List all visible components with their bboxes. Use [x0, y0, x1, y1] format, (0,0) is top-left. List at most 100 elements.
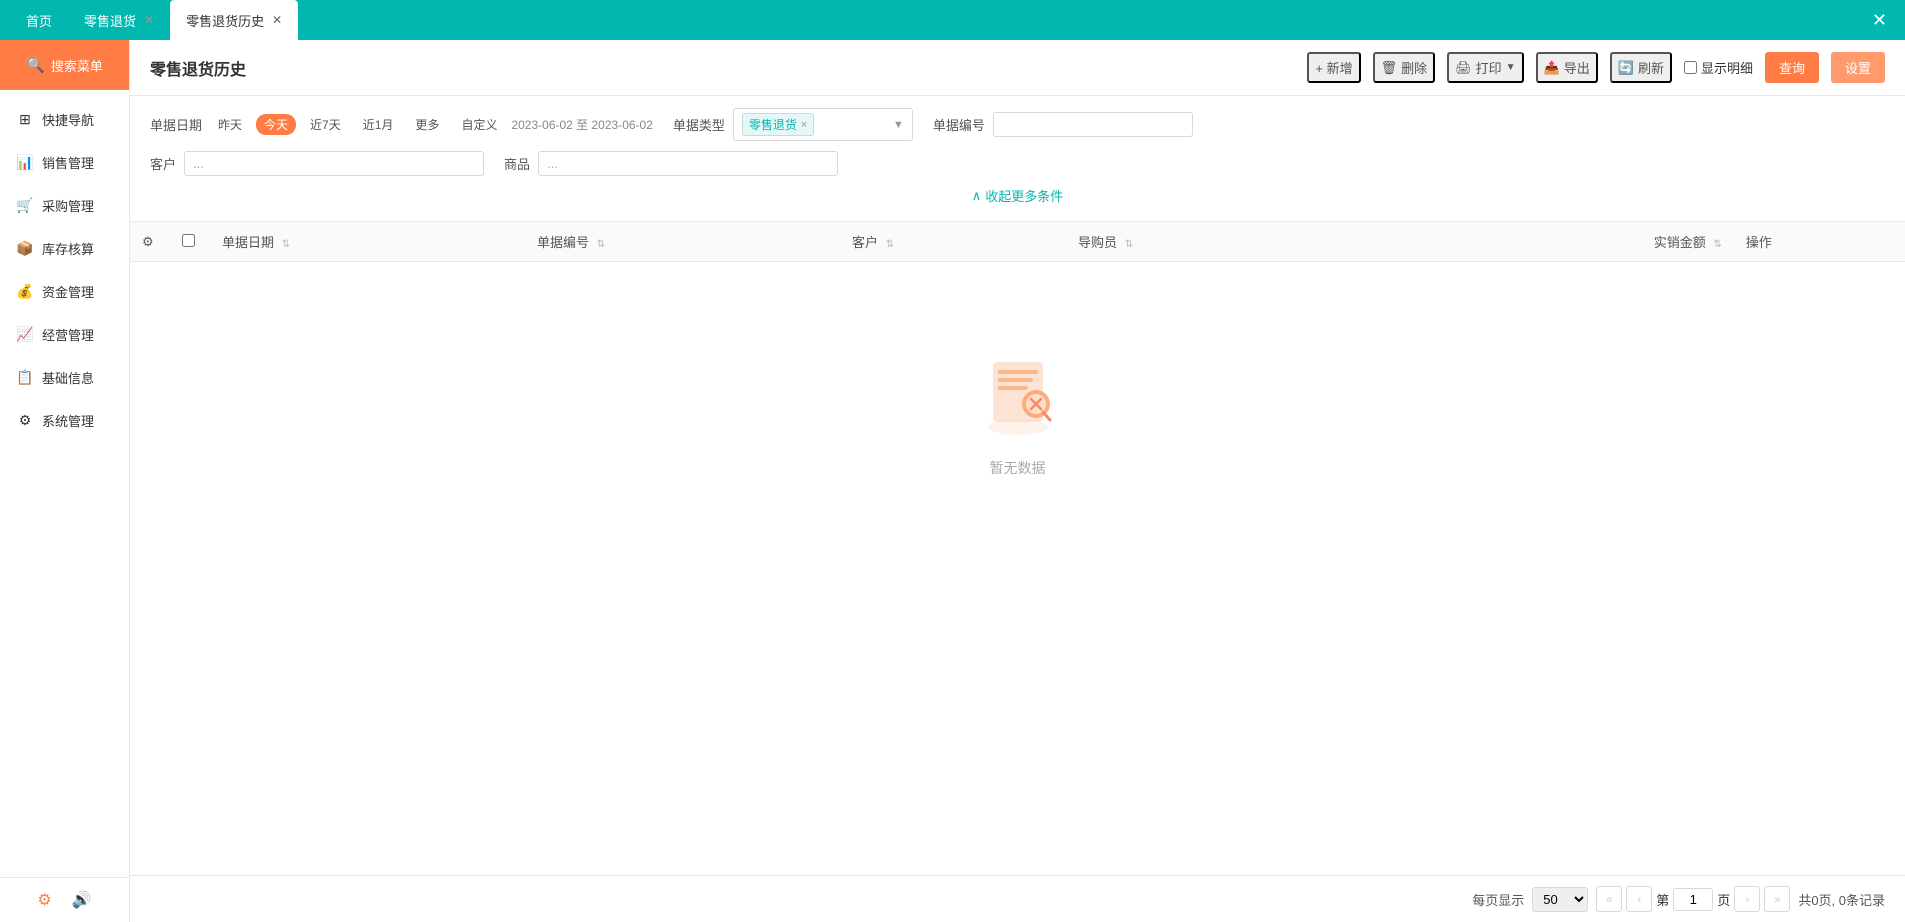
goods-placeholder: ... — [547, 156, 558, 171]
col-customer[interactable]: 客户 ⇅ — [840, 222, 1066, 262]
tab-return-history[interactable]: 零售退货历史 ✕ — [170, 0, 298, 40]
sidebar-item-sales-label: 销售管理 — [42, 153, 94, 172]
tab-home[interactable]: 首页 — [10, 0, 68, 40]
doc-number-filter-field: 单据编号 — [933, 112, 1193, 137]
refresh-button[interactable]: 🔄 刷新 — [1610, 52, 1672, 83]
doc-number-input[interactable] — [993, 112, 1193, 137]
table-settings-col[interactable]: ⚙ — [130, 222, 170, 262]
page-number-input[interactable] — [1673, 888, 1713, 911]
table-select-all[interactable] — [182, 234, 195, 247]
tab-return-label: 零售退货 — [84, 11, 136, 30]
pagination: 每页显示 50 10 20 100 « ‹ 第 页 › » 共0页, 0条记录 — [130, 875, 1905, 922]
goods-input[interactable]: ... — [538, 151, 838, 176]
col-guide[interactable]: 导购员 ⇅ — [1066, 222, 1337, 262]
export-button[interactable]: 📤 导出 — [1536, 52, 1598, 83]
doc-type-filter-label: 单据类型 — [673, 115, 725, 134]
sidebar-search-label: 搜索菜单 — [51, 56, 103, 75]
date-filter-options: 昨天 今天 近7天 近1月 更多 自定义 2023-06-02 至 2023-0… — [210, 114, 653, 135]
col-amount[interactable]: 实销金额 ⇅ — [1419, 222, 1734, 262]
sidebar-item-quick-nav[interactable]: ⊞ 快捷导航 — [0, 98, 129, 141]
settings-button[interactable]: 设置 — [1831, 52, 1885, 83]
print-button[interactable]: 🖨 打印 ▼ — [1447, 52, 1523, 83]
sidebar-item-finance[interactable]: 💰 资金管理 — [0, 270, 129, 313]
prev-page-button[interactable]: ‹ — [1626, 886, 1652, 912]
table-checkbox-col[interactable] — [170, 222, 210, 262]
date-btn-last7[interactable]: 近7天 — [302, 114, 349, 135]
display-toggle-checkbox[interactable] — [1684, 61, 1697, 74]
content-area: 零售退货历史 + 新增 🗑 删除 🖨 打印 ▼ 📤 导出 — [130, 40, 1905, 922]
col-guide-sort[interactable]: ⇅ — [1125, 239, 1133, 250]
print-button-label: 打印 — [1476, 58, 1502, 77]
sidebar-item-inventory[interactable]: 📦 库存核算 — [0, 227, 129, 270]
purchase-icon: 🛒 — [16, 197, 34, 215]
sidebar-item-sales[interactable]: 📊 销售管理 — [0, 141, 129, 184]
sidebar-item-basic[interactable]: 📋 基础信息 — [0, 356, 129, 399]
add-button-label: + 新增 — [1315, 58, 1352, 77]
col-number-sort[interactable]: ⇅ — [597, 239, 605, 250]
search-button[interactable]: 查询 — [1765, 52, 1819, 83]
sidebar-item-basic-label: 基础信息 — [42, 368, 94, 387]
col-customer-sort[interactable]: ⇅ — [886, 239, 894, 250]
refresh-button-label: 刷新 — [1638, 58, 1664, 77]
sidebar-item-finance-label: 资金管理 — [42, 282, 94, 301]
page-title: 零售退货历史 — [150, 56, 246, 80]
doc-type-tag-label: 零售退货 — [749, 116, 797, 133]
window-close-button[interactable]: ✕ — [1864, 10, 1895, 31]
date-range-text: 2023-06-02 至 2023-06-02 — [511, 116, 652, 133]
col-date[interactable]: 单据日期 ⇅ — [210, 222, 525, 262]
delete-button[interactable]: 🗑 删除 — [1373, 52, 1436, 83]
operations-icon: 📈 — [16, 326, 34, 344]
collapse-label: 收起更多条件 — [985, 186, 1063, 205]
next-page-button[interactable]: › — [1734, 886, 1760, 912]
date-btn-more[interactable]: 更多 — [407, 114, 447, 135]
date-filter-field: 单据日期 昨天 今天 近7天 近1月 更多 自定义 2023-06-02 至 2… — [150, 114, 653, 135]
export-icon: 📤 — [1544, 60, 1560, 76]
date-btn-today[interactable]: 今天 — [256, 114, 296, 135]
quick-nav-icon: ⊞ — [16, 111, 34, 129]
filter-row-2: 客户 ... 商品 ... — [150, 151, 1885, 176]
col-guide-label: 导购员 — [1078, 235, 1117, 250]
sidebar-item-quick-nav-label: 快捷导航 — [42, 110, 94, 129]
goods-filter-field: 商品 ... — [504, 151, 838, 176]
filter-area: 单据日期 昨天 今天 近7天 近1月 更多 自定义 2023-06-02 至 2… — [130, 96, 1905, 222]
customer-input[interactable]: ... — [184, 151, 484, 176]
sidebar-item-operations[interactable]: 📈 经营管理 — [0, 313, 129, 356]
first-page-button[interactable]: « — [1596, 886, 1622, 912]
tab-return[interactable]: 零售退货 ✕ — [68, 0, 170, 40]
table-settings-icon[interactable]: ⚙ — [142, 234, 154, 249]
sidebar-item-purchase[interactable]: 🛒 采购管理 — [0, 184, 129, 227]
system-icon: ⚙ — [16, 412, 34, 430]
doc-type-tag-close[interactable]: × — [801, 119, 807, 131]
doc-number-filter-label: 单据编号 — [933, 115, 985, 134]
display-toggle[interactable]: 显示明细 — [1684, 58, 1753, 77]
sidebar-settings-icon[interactable]: ⚙ — [37, 890, 51, 910]
date-btn-yesterday[interactable]: 昨天 — [210, 114, 250, 135]
collapse-button[interactable]: ∧ 收起更多条件 — [972, 186, 1064, 205]
page-total: 共0页, 0条记录 — [1798, 890, 1885, 909]
date-btn-last-month[interactable]: 近1月 — [355, 114, 402, 135]
tab-home-label: 首页 — [26, 11, 52, 30]
sidebar-sound-icon[interactable]: 🔊 — [72, 890, 92, 910]
sidebar-search[interactable]: 🔍 搜索菜单 — [0, 40, 129, 90]
last-page-button[interactable]: » — [1764, 886, 1790, 912]
filter-row-1: 单据日期 昨天 今天 近7天 近1月 更多 自定义 2023-06-02 至 2… — [150, 108, 1885, 141]
add-button[interactable]: + 新增 — [1307, 52, 1360, 83]
tab-return-close[interactable]: ✕ — [144, 13, 154, 27]
col-number-label: 单据编号 — [537, 235, 589, 250]
col-date-sort[interactable]: ⇅ — [282, 239, 290, 250]
doc-type-select[interactable]: 零售退货 × ▼ — [733, 108, 913, 141]
sidebar-item-system-label: 系统管理 — [42, 411, 94, 430]
col-amount-sort[interactable]: ⇅ — [1713, 239, 1721, 250]
data-table: ⚙ 单据日期 ⇅ 单据编号 ⇅ — [130, 222, 1905, 262]
tab-return-history-close[interactable]: ✕ — [272, 13, 282, 27]
col-number[interactable]: 单据编号 ⇅ — [525, 222, 840, 262]
print-icon: 🖨 — [1455, 60, 1472, 76]
sidebar-item-system[interactable]: ⚙ 系统管理 — [0, 399, 129, 442]
empty-state: 暂无数据 — [130, 262, 1905, 558]
print-dropdown-icon: ▼ — [1506, 62, 1516, 73]
main-layout: 🔍 搜索菜单 ⊞ 快捷导航 📊 销售管理 🛒 采购管理 📦 库存核算 💰 — [0, 40, 1905, 922]
inventory-icon: 📦 — [16, 240, 34, 258]
sales-icon: 📊 — [16, 154, 34, 172]
pagination-size-select[interactable]: 50 10 20 100 — [1532, 887, 1588, 912]
date-btn-custom[interactable]: 自定义 — [453, 114, 505, 135]
